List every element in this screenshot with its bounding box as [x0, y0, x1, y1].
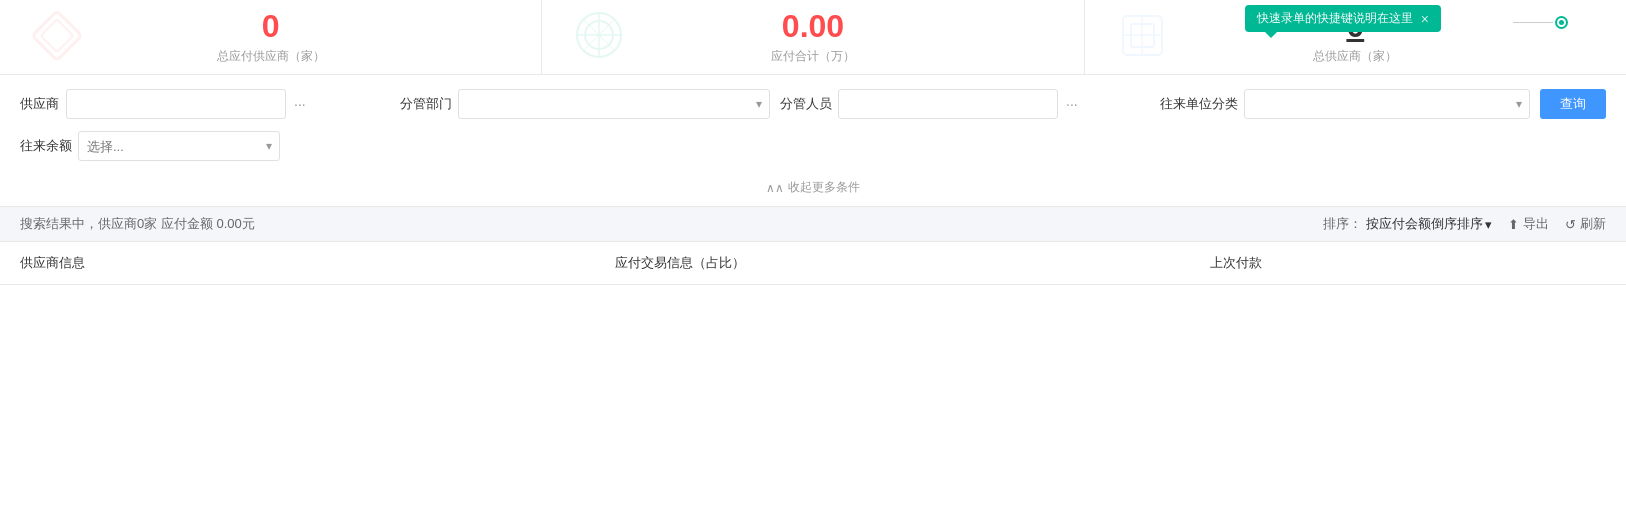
person-label: 分管人员	[780, 95, 832, 113]
filter-bar: 供应商 ··· 分管部门 ▾ 分管人员 ··· 往来单位分类 ▾	[0, 75, 1626, 207]
balance-label: 往来余额	[20, 137, 72, 155]
filter-row-2: 往来余额 ▾	[20, 131, 1606, 161]
collapse-text: 收起更多条件	[788, 179, 860, 196]
svg-rect-0	[32, 11, 81, 60]
stat-payable-suppliers: 0 总应付供应商（家）	[0, 0, 542, 74]
results-bar: 搜索结果中，供应商0家 应付金额 0.00元 排序： 按应付会额倒序排序 ▾ ⬆…	[0, 207, 1626, 242]
tooltip-bubble: 快速录单的快捷键说明在这里 ×	[1245, 5, 1441, 32]
department-label: 分管部门	[400, 95, 452, 113]
person-input[interactable]	[838, 89, 1058, 119]
tooltip-text: 快速录单的快捷键说明在这里	[1257, 10, 1413, 27]
filter-supplier-group: 供应商 ···	[20, 89, 390, 119]
results-info: 搜索结果中，供应商0家 应付金额 0.00元	[20, 215, 255, 233]
results-actions: 排序： 按应付会额倒序排序 ▾ ⬆ 导出 ↺ 刷新	[1323, 215, 1606, 233]
payable-total-number: 0.00	[782, 9, 844, 44]
department-input[interactable]	[458, 89, 770, 119]
balance-input[interactable]	[78, 131, 280, 161]
refresh-icon: ↺	[1565, 217, 1576, 232]
total-suppliers-label: 总供应商（家）	[1313, 48, 1397, 65]
filter-person-group: 分管人员 ···	[780, 89, 1150, 119]
export-button[interactable]: ⬆ 导出	[1508, 215, 1549, 233]
unit-class-label: 往来单位分类	[1160, 95, 1238, 113]
stat-total-suppliers: 快速录单的快捷键说明在这里 × 0 总供应商（家）	[1085, 0, 1626, 74]
sort-label: 排序：	[1323, 215, 1362, 233]
stats-bar: 0 总应付供应商（家） 0.00 应付合计（万） 快速录单的快捷键说明在这里 ×	[0, 0, 1626, 75]
collapse-bar: ∧∧ 收起更多条件	[20, 173, 1606, 206]
tooltip-close-button[interactable]: ×	[1421, 11, 1429, 27]
col-supplier-header: 供应商信息	[20, 254, 615, 272]
collapse-up-icon: ∧∧	[766, 181, 784, 195]
suppliers-bg-icon	[1115, 8, 1170, 63]
balance-input-wrap: ▾	[78, 131, 280, 161]
unit-class-input-wrap: ▾	[1244, 89, 1530, 119]
supplier-label: 供应商	[20, 95, 60, 113]
supplier-dots-button[interactable]: ···	[292, 96, 308, 112]
tooltip-indicator	[1513, 18, 1566, 27]
filter-unit-class-group: 往来单位分类 ▾	[1160, 89, 1530, 119]
unit-class-input[interactable]	[1244, 89, 1530, 119]
collapse-button[interactable]: ∧∧ 收起更多条件	[766, 179, 860, 196]
diamond-bg-icon	[30, 8, 85, 63]
filter-row-1: 供应商 ··· 分管部门 ▾ 分管人员 ··· 往来单位分类 ▾	[20, 89, 1606, 119]
filter-department-group: 分管部门 ▾	[400, 89, 770, 119]
payable-suppliers-number: 0	[262, 9, 280, 44]
table-header: 供应商信息 应付交易信息（占比） 上次付款	[0, 242, 1626, 285]
sort-value-button[interactable]: 按应付会额倒序排序 ▾	[1366, 215, 1492, 233]
department-input-wrap: ▾	[458, 89, 770, 119]
supplier-input[interactable]	[66, 89, 286, 119]
payable-total-label: 应付合计（万）	[771, 48, 855, 65]
filter-balance-group: 往来余额 ▾	[20, 131, 280, 161]
col-payment-header: 上次付款	[1210, 254, 1607, 272]
stat-payable-total: 0.00 应付合计（万）	[542, 0, 1084, 74]
person-dots-button[interactable]: ···	[1064, 96, 1080, 112]
sort-chevron-icon: ▾	[1485, 217, 1492, 232]
payable-suppliers-label: 总应付供应商（家）	[217, 48, 325, 65]
content-area	[0, 285, 1626, 515]
export-icon: ⬆	[1508, 217, 1519, 232]
grain-bg-icon	[572, 8, 627, 63]
col-transaction-header: 应付交易信息（占比）	[615, 254, 1210, 272]
query-button[interactable]: 查询	[1540, 89, 1606, 119]
refresh-button[interactable]: ↺ 刷新	[1565, 215, 1606, 233]
results-sort: 排序： 按应付会额倒序排序 ▾	[1323, 215, 1492, 233]
